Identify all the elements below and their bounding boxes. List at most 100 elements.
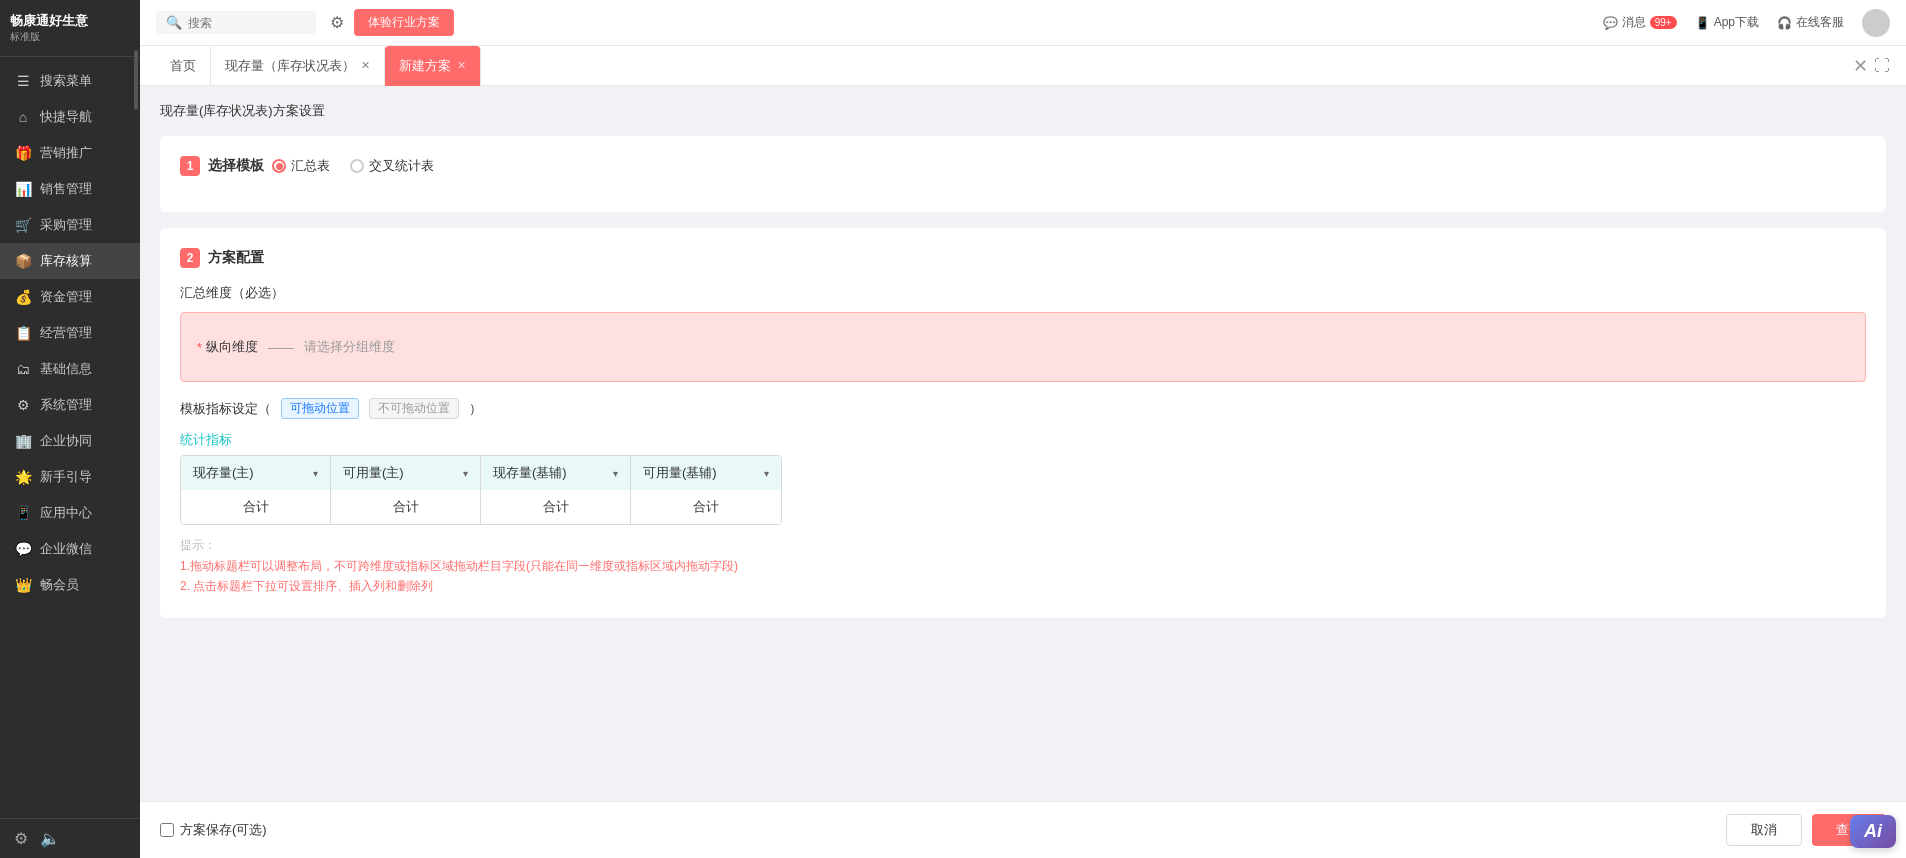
save-checkbox[interactable]: [160, 823, 174, 837]
online-service-item[interactable]: 🎧 在线客服: [1777, 14, 1844, 31]
sidebar-item-label: 搜索菜单: [40, 72, 92, 90]
message-label: 消息: [1622, 14, 1646, 31]
sidebar-item-label: 采购管理: [40, 216, 92, 234]
summary-dimension-label: 汇总维度（必选）: [180, 284, 1866, 302]
radio-cross[interactable]: 交叉统计表: [350, 157, 434, 175]
inventory-icon: 📦: [14, 252, 32, 270]
search-box[interactable]: 🔍: [156, 11, 316, 34]
dimension-required: *: [197, 340, 202, 355]
tab-new-scheme-close[interactable]: ✕: [457, 59, 466, 72]
sidebar-item-app-center[interactable]: 📱 应用中心: [0, 495, 140, 531]
stats-col-3-header[interactable]: 现存量(基辅) ▾: [481, 456, 631, 490]
sales-icon: 📊: [14, 180, 32, 198]
chevron-down-icon-4[interactable]: ▾: [764, 468, 769, 479]
tab-inventory-close[interactable]: ✕: [361, 59, 370, 72]
dimension-area[interactable]: * 纵向维度 —— 请选择分组维度: [180, 312, 1866, 382]
user-avatar[interactable]: [1862, 9, 1890, 37]
sidebar-item-finance[interactable]: 💰 资金管理: [0, 279, 140, 315]
sidebar-item-label: 企业协同: [40, 432, 92, 450]
sidebar-item-operation[interactable]: 📋 经营管理: [0, 315, 140, 351]
finance-icon: 💰: [14, 288, 32, 306]
tips-item-2: 2. 点击标题栏下拉可设置排序、插入列和删除列: [180, 578, 1866, 595]
sidebar-item-system[interactable]: ⚙ 系统管理: [0, 387, 140, 423]
chevron-down-icon-3[interactable]: ▾: [613, 468, 618, 479]
tabs-close-btn[interactable]: ✕: [1853, 55, 1868, 77]
bottom-bar: 方案保存(可选) 取消 查询: [140, 801, 1906, 858]
sidebar-item-label: 基础信息: [40, 360, 92, 378]
step2-num: 2: [180, 248, 200, 268]
radio-summary[interactable]: 汇总表: [272, 157, 330, 175]
indicator-config-label: 模板指标设定（ 可拖动位置 不可拖动位置 ）: [180, 398, 1866, 419]
sidebar-item-inventory[interactable]: 📦 库存核算: [0, 243, 140, 279]
tab-new-scheme[interactable]: 新建方案 ✕: [385, 46, 481, 86]
sidebar-item-member[interactable]: 👑 畅会员: [0, 567, 140, 603]
app-center-icon: 📱: [14, 504, 32, 522]
stats-col-4-header[interactable]: 可用量(基辅) ▾: [631, 456, 781, 490]
stats-section: 统计指标 现存量(主) ▾ 可用量(主) ▾: [180, 431, 1866, 525]
sidebar-item-label: 快捷导航: [40, 108, 92, 126]
stats-section-title: 统计指标: [180, 431, 1866, 449]
stats-col-3-label: 现存量(基辅): [493, 464, 567, 482]
step1-header: 1 选择模板 汇总表 交叉统计表: [180, 156, 1866, 176]
sidebar-item-guide[interactable]: 🌟 新手引导: [0, 459, 140, 495]
ai-badge[interactable]: Ai: [1850, 815, 1896, 848]
step1-title: 选择模板: [208, 157, 264, 175]
tab-home[interactable]: 首页: [156, 46, 211, 86]
tab-home-label: 首页: [170, 57, 196, 75]
page-title: 现存量(库存状况表)方案设置: [160, 102, 1886, 120]
stats-col-2-header[interactable]: 可用量(主) ▾: [331, 456, 481, 490]
purchase-icon: 🛒: [14, 216, 32, 234]
guide-icon: 🌟: [14, 468, 32, 486]
indicator-close-text: ）: [469, 400, 482, 418]
company-icon: 🏢: [14, 432, 32, 450]
sidebar-item-label: 销售管理: [40, 180, 92, 198]
sidebar-item-marketing[interactable]: 🎁 营销推广: [0, 135, 140, 171]
sidebar-item-label: 库存核算: [40, 252, 92, 270]
step1-num: 1: [180, 156, 200, 176]
dimension-placeholder: 请选择分组维度: [304, 338, 395, 356]
dimension-field-label: 纵向维度: [206, 338, 258, 356]
settings-icon[interactable]: ⚙: [14, 829, 28, 848]
gear-icon[interactable]: ⚙: [330, 13, 344, 32]
sidebar-item-quick-nav[interactable]: ⌂ 快捷导航: [0, 99, 140, 135]
tips-item-1: 1.拖动标题栏可以调整布局，不可跨维度或指标区域拖动栏目字段(只能在同一维度或指…: [180, 558, 1866, 575]
sidebar-footer: ⚙ 🔈: [0, 818, 140, 858]
sidebar-item-company[interactable]: 🏢 企业协同: [0, 423, 140, 459]
step2-section: 2 方案配置 汇总维度（必选） * 纵向维度 —— 请选择分组维度 模板指标设定…: [160, 228, 1886, 618]
sidebar-item-label: 营销推广: [40, 144, 92, 162]
cancel-button[interactable]: 取消: [1726, 814, 1802, 846]
industry-btn[interactable]: 体验行业方案: [354, 9, 454, 36]
stats-col-2-body: 合计: [331, 490, 481, 524]
sidebar-scrollbar[interactable]: [134, 50, 138, 110]
stats-col-4-body: 合计: [631, 490, 781, 524]
speaker-icon[interactable]: 🔈: [40, 829, 60, 848]
radio-cross-label: 交叉统计表: [369, 157, 434, 175]
indicator-config: 模板指标设定（ 可拖动位置 不可拖动位置 ）: [180, 398, 1866, 419]
message-item[interactable]: 💬 消息 99+: [1603, 14, 1677, 31]
tips-title: 提示：: [180, 537, 1866, 554]
stats-table: 现存量(主) ▾ 可用量(主) ▾ 现存量(基辅) ▾: [180, 455, 782, 525]
app-download-item[interactable]: 📱 App下载: [1695, 14, 1759, 31]
tips-item-1-text: 1.拖动标题栏可以调整布局，不可跨维度或指标区域拖动栏目字段(只能在同一维度或指…: [180, 559, 738, 573]
sidebar-item-wechat[interactable]: 💬 企业微信: [0, 531, 140, 567]
stats-col-3-body: 合计: [481, 490, 631, 524]
search-input[interactable]: [188, 16, 288, 30]
stats-col-1-header[interactable]: 现存量(主) ▾: [181, 456, 331, 490]
sidebar-item-search-menu[interactable]: ☰ 搜索菜单: [0, 63, 140, 99]
step2-title: 方案配置: [208, 249, 264, 267]
sidebar-item-purchase[interactable]: 🛒 采购管理: [0, 207, 140, 243]
tabs-expand-btn[interactable]: ⛶: [1874, 57, 1890, 75]
tab-inventory[interactable]: 现存量（库存状况表） ✕: [211, 46, 385, 86]
online-service-label: 在线客服: [1796, 14, 1844, 31]
main-area: 🔍 ⚙ 体验行业方案 💬 消息 99+ 📱 App下载 🎧 在线客服: [140, 0, 1906, 858]
chevron-down-icon-2[interactable]: ▾: [463, 468, 468, 479]
sidebar-item-sales[interactable]: 📊 销售管理: [0, 171, 140, 207]
chevron-down-icon-1[interactable]: ▾: [313, 468, 318, 479]
stats-table-header: 现存量(主) ▾ 可用量(主) ▾ 现存量(基辅) ▾: [181, 456, 781, 490]
message-icon: 💬: [1603, 16, 1618, 30]
step2-header: 2 方案配置: [180, 248, 1866, 268]
indicator-label-text: 模板指标设定（: [180, 400, 271, 418]
sidebar-item-basic-info[interactable]: 🗂 基础信息: [0, 351, 140, 387]
sidebar-item-label: 畅会员: [40, 576, 79, 594]
stats-col-1-label: 现存量(主): [193, 464, 254, 482]
